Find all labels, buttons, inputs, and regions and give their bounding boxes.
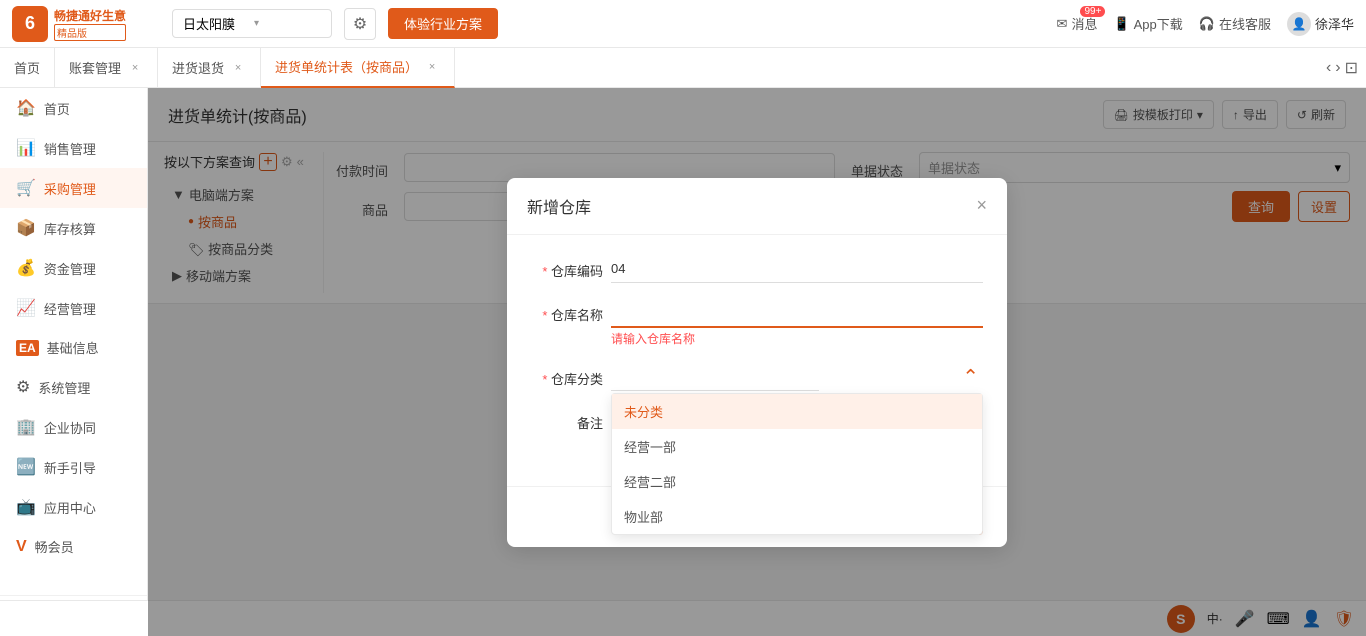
message-button[interactable]: ✉ 消息 99+ xyxy=(1057,14,1098,33)
purchase-stats-tab-close[interactable]: × xyxy=(424,59,440,75)
main-layout: 🏠 首页 📊 销售管理 🛒 采购管理 📦 库存核算 💰 资金管理 📈 经营管理 … xyxy=(0,88,1366,636)
sidebar-item-purchase[interactable]: 🛒 采购管理 xyxy=(0,168,147,208)
sales-icon: 📊 xyxy=(16,138,36,158)
avatar: 👤 xyxy=(1287,12,1311,36)
dropdown-item-unclassified[interactable]: 未分类 xyxy=(612,394,982,429)
code-label: 仓库编码 xyxy=(531,255,611,280)
store-selector[interactable]: 日太阳膜 ▾ xyxy=(172,9,332,38)
tab-next-icon[interactable]: › xyxy=(1335,59,1340,77)
home-tab-label: 首页 xyxy=(14,58,40,77)
home-icon: 🏠 xyxy=(16,98,36,118)
finance-icon: 💰 xyxy=(16,258,36,278)
sidebar-item-home[interactable]: 🏠 首页 xyxy=(0,88,147,128)
modal-close-button[interactable]: × xyxy=(976,195,987,216)
sidebar: 🏠 首页 📊 销售管理 🛒 采购管理 📦 库存核算 💰 资金管理 📈 经营管理 … xyxy=(0,88,148,636)
name-field-wrap: 请输入仓库名称 xyxy=(611,299,983,347)
app-center-icon: 📺 xyxy=(16,497,36,517)
note-label: 备注 xyxy=(531,407,611,432)
form-row-code: 仓库编码 04 xyxy=(531,255,983,283)
message-badge: 99+ xyxy=(1080,6,1105,17)
app-download-button[interactable]: 📱 App下载 xyxy=(1113,14,1182,33)
sidebar-item-finance[interactable]: 💰 资金管理 xyxy=(0,248,147,288)
category-arrow-up-icon[interactable]: ⌃ xyxy=(962,364,979,389)
tab-purchase-stats[interactable]: 进货单统计表（按商品） × xyxy=(261,48,455,88)
code-input[interactable] xyxy=(611,255,983,283)
purchase-return-tab-close[interactable]: × xyxy=(230,60,246,76)
content-area: 进货单统计(按商品) 🖨 按模板打印 ▾ ↑ 导出 ↺ 刷新 xyxy=(148,88,1366,636)
inventory-icon: 📦 xyxy=(16,218,36,238)
category-select-wrap: ⌃ 未分类 经营一部 经营二部 物业部 xyxy=(611,363,983,391)
operation-icon: 📈 xyxy=(16,298,36,318)
purchase-stats-tab-label: 进货单统计表（按商品） xyxy=(275,57,418,76)
sidebar-item-guide[interactable]: 🆕 新手引导 xyxy=(0,447,147,487)
sidebar-item-basic[interactable]: EA 基础信息 xyxy=(0,328,147,367)
member-icon: V xyxy=(16,538,27,556)
message-icon: ✉ xyxy=(1057,16,1068,32)
category-input[interactable] xyxy=(611,363,819,391)
sidebar-item-app-center[interactable]: 📺 应用中心 xyxy=(0,487,147,527)
dropdown-item-dept2[interactable]: 经营二部 xyxy=(612,464,982,499)
enterprise-icon: 🏢 xyxy=(16,417,36,437)
sidebar-item-operation[interactable]: 📈 经营管理 xyxy=(0,288,147,328)
header-right: ✉ 消息 99+ 📱 App下载 🎧 在线客服 👤 徐泽华 xyxy=(1057,12,1354,36)
modal-title: 新增仓库 xyxy=(527,194,591,218)
name-error-msg: 请输入仓库名称 xyxy=(611,330,983,347)
name-label: 仓库名称 xyxy=(531,299,611,324)
tab-account[interactable]: 账套管理 × xyxy=(55,48,158,88)
tab-purchase-return[interactable]: 进货退货 × xyxy=(158,48,261,88)
purchase-icon: 🛒 xyxy=(16,178,36,198)
sidebar-item-member[interactable]: V 畅会员 xyxy=(0,527,147,566)
name-input[interactable] xyxy=(611,299,983,328)
tab-controls: ‹ › ⊡ xyxy=(1318,58,1366,78)
modal-body: 仓库编码 04 仓库名称 请输入仓库名称 xyxy=(507,235,1007,486)
logo-area: 6 畅捷通好生意 精品版 xyxy=(12,6,160,42)
modal-overlay[interactable]: 新增仓库 × 仓库编码 04 仓库名称 xyxy=(148,88,1366,636)
online-service-button[interactable]: 🎧 在线客服 xyxy=(1199,14,1271,33)
account-tab-label: 账套管理 xyxy=(69,58,121,77)
form-row-category: 仓库分类 ⌃ 未分类 经营一部 经营二部 物业部 xyxy=(531,363,983,391)
tab-expand-icon[interactable]: ⊡ xyxy=(1345,58,1358,78)
sidebar-item-inventory[interactable]: 📦 库存核算 xyxy=(0,208,147,248)
tab-home[interactable]: 首页 xyxy=(0,48,55,88)
trial-button[interactable]: 体验行业方案 xyxy=(388,8,498,39)
sidebar-item-system[interactable]: ⚙ 系统管理 xyxy=(0,367,147,407)
category-dropdown: 未分类 经营一部 经营二部 物业部 xyxy=(611,393,983,535)
chevron-down-icon: ▾ xyxy=(254,18,321,29)
tab-bar: 首页 账套管理 × 进货退货 × 进货单统计表（按商品） × ‹ › ⊡ xyxy=(0,48,1366,88)
top-header: 6 畅捷通好生意 精品版 日太阳膜 ▾ ⚙ 体验行业方案 ✉ 消息 99+ 📱 … xyxy=(0,0,1366,48)
user-area[interactable]: 👤 徐泽华 xyxy=(1287,12,1354,36)
gear-button[interactable]: ⚙ xyxy=(344,8,376,40)
modal-header: 新增仓库 × xyxy=(507,178,1007,235)
basic-info-icon: EA xyxy=(16,340,39,356)
form-row-name: 仓库名称 请输入仓库名称 xyxy=(531,299,983,347)
code-value: 04 xyxy=(611,261,625,276)
dropdown-item-property[interactable]: 物业部 xyxy=(612,499,982,534)
phone-icon: 📱 xyxy=(1113,16,1129,32)
guide-icon: 🆕 xyxy=(16,457,36,477)
sidebar-item-enterprise[interactable]: 🏢 企业协同 xyxy=(0,407,147,447)
purchase-return-tab-label: 进货退货 xyxy=(172,58,224,77)
new-warehouse-modal: 新增仓库 × 仓库编码 04 仓库名称 xyxy=(507,178,1007,547)
system-icon: ⚙ xyxy=(16,377,30,397)
logo-text: 畅捷通好生意 精品版 xyxy=(54,7,126,41)
tab-prev-icon[interactable]: ‹ xyxy=(1326,59,1331,77)
category-label: 仓库分类 xyxy=(531,363,611,388)
sidebar-item-sales[interactable]: 📊 销售管理 xyxy=(0,128,147,168)
dropdown-item-dept1[interactable]: 经营一部 xyxy=(612,429,982,464)
app-logo-icon: 6 xyxy=(12,6,48,42)
account-tab-close[interactable]: × xyxy=(127,60,143,76)
code-field-wrap: 04 xyxy=(611,255,983,283)
headset-icon: 🎧 xyxy=(1199,16,1215,32)
